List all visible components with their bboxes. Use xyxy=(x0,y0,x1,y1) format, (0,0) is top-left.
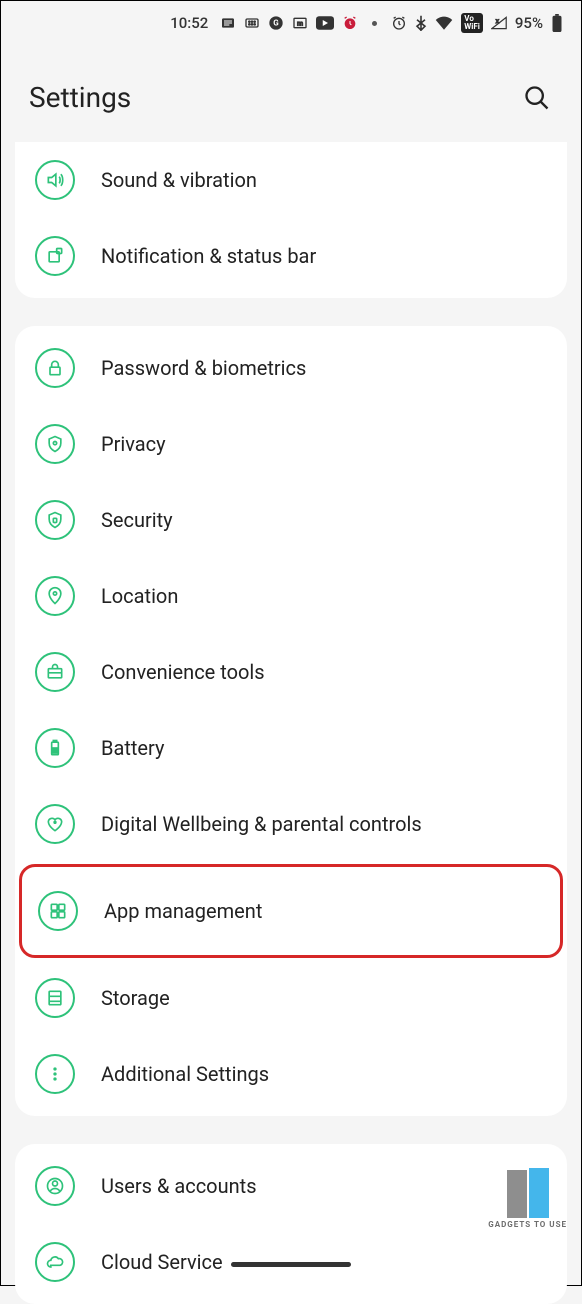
settings-header: Settings xyxy=(1,41,581,142)
setting-label: Convenience tools xyxy=(101,660,265,684)
setting-item-location[interactable]: Location xyxy=(15,558,567,634)
setting-label: Battery xyxy=(101,736,164,760)
youtube-icon xyxy=(316,16,334,30)
storage-icon xyxy=(35,978,75,1018)
dot-separator xyxy=(372,21,377,26)
setting-label: Privacy xyxy=(101,432,166,456)
settings-group: Users & accounts Cloud Service xyxy=(15,1144,567,1304)
setting-item-app-management[interactable]: App management xyxy=(19,864,563,958)
setting-label: Notification & status bar xyxy=(101,244,316,268)
setting-label: Storage xyxy=(101,986,170,1010)
user-icon xyxy=(35,1166,75,1206)
setting-label: Sound & vibration xyxy=(101,168,257,192)
setting-label: Digital Wellbeing & parental controls xyxy=(101,812,422,836)
search-button[interactable] xyxy=(521,82,553,114)
search-icon xyxy=(523,84,551,112)
battery-icon xyxy=(551,14,563,32)
bluetooth-icon xyxy=(415,15,427,31)
setting-item-sound[interactable]: Sound & vibration xyxy=(15,142,567,218)
m-box-icon: m xyxy=(292,15,308,31)
g-circle-icon: G xyxy=(268,15,284,31)
setting-item-additional[interactable]: Additional Settings xyxy=(15,1036,567,1112)
setting-item-security[interactable]: Security xyxy=(15,482,567,558)
setting-item-password[interactable]: Password & biometrics xyxy=(15,330,567,406)
setting-item-notification[interactable]: Notification & status bar xyxy=(15,218,567,294)
setting-item-storage[interactable]: Storage xyxy=(15,960,567,1036)
settings-group: Password & biometrics Privacy Security L… xyxy=(15,326,567,1116)
settings-list: Sound & vibration Notification & status … xyxy=(1,142,581,1304)
setting-item-users[interactable]: Users & accounts xyxy=(15,1148,567,1224)
home-indicator[interactable] xyxy=(231,1262,351,1267)
watermark-text: GADGETS TO USE xyxy=(488,1220,567,1229)
keyboard-icon xyxy=(244,15,260,31)
watermark: GADGETS TO USE xyxy=(488,1162,567,1229)
setting-item-privacy[interactable]: Privacy xyxy=(15,406,567,482)
svg-text:m: m xyxy=(297,20,303,28)
heart-icon xyxy=(35,804,75,844)
security-icon xyxy=(35,500,75,540)
status-bar: 10:52 G m VoWiFi x 95% xyxy=(1,1,581,41)
watermark-logo xyxy=(507,1162,549,1218)
svg-text:G: G xyxy=(274,19,280,28)
toolbox-icon xyxy=(35,652,75,692)
setting-item-battery[interactable]: Battery xyxy=(15,710,567,786)
privacy-icon xyxy=(35,424,75,464)
location-icon xyxy=(35,576,75,616)
setting-item-convenience[interactable]: Convenience tools xyxy=(15,634,567,710)
notification-icon xyxy=(35,236,75,276)
battery-percent: 95% xyxy=(515,14,543,32)
setting-item-wellbeing[interactable]: Digital Wellbeing & parental controls xyxy=(15,786,567,862)
settings-group: Sound & vibration Notification & status … xyxy=(15,142,567,298)
setting-label: Security xyxy=(101,508,173,532)
sound-icon xyxy=(35,160,75,200)
apps-icon xyxy=(38,891,78,931)
cloud-icon xyxy=(35,1242,75,1282)
more-icon xyxy=(35,1054,75,1094)
lock-icon xyxy=(35,348,75,388)
battery-icon xyxy=(35,728,75,768)
signal-icon: x xyxy=(491,16,507,30)
setting-label: Password & biometrics xyxy=(101,356,306,380)
message-icon xyxy=(220,15,236,31)
vowifi-icon: VoWiFi xyxy=(461,13,483,33)
clock-icon xyxy=(391,15,407,31)
wifi-icon xyxy=(435,16,453,30)
alarm-icon xyxy=(342,15,358,31)
svg-text:x: x xyxy=(496,17,500,25)
setting-label: Location xyxy=(101,584,178,608)
setting-label: Additional Settings xyxy=(101,1062,269,1086)
setting-label: App management xyxy=(104,899,262,923)
setting-label: Users & accounts xyxy=(101,1174,257,1198)
setting-label: Cloud Service xyxy=(101,1250,223,1274)
status-time: 10:52 xyxy=(170,14,208,32)
page-title: Settings xyxy=(29,81,131,114)
